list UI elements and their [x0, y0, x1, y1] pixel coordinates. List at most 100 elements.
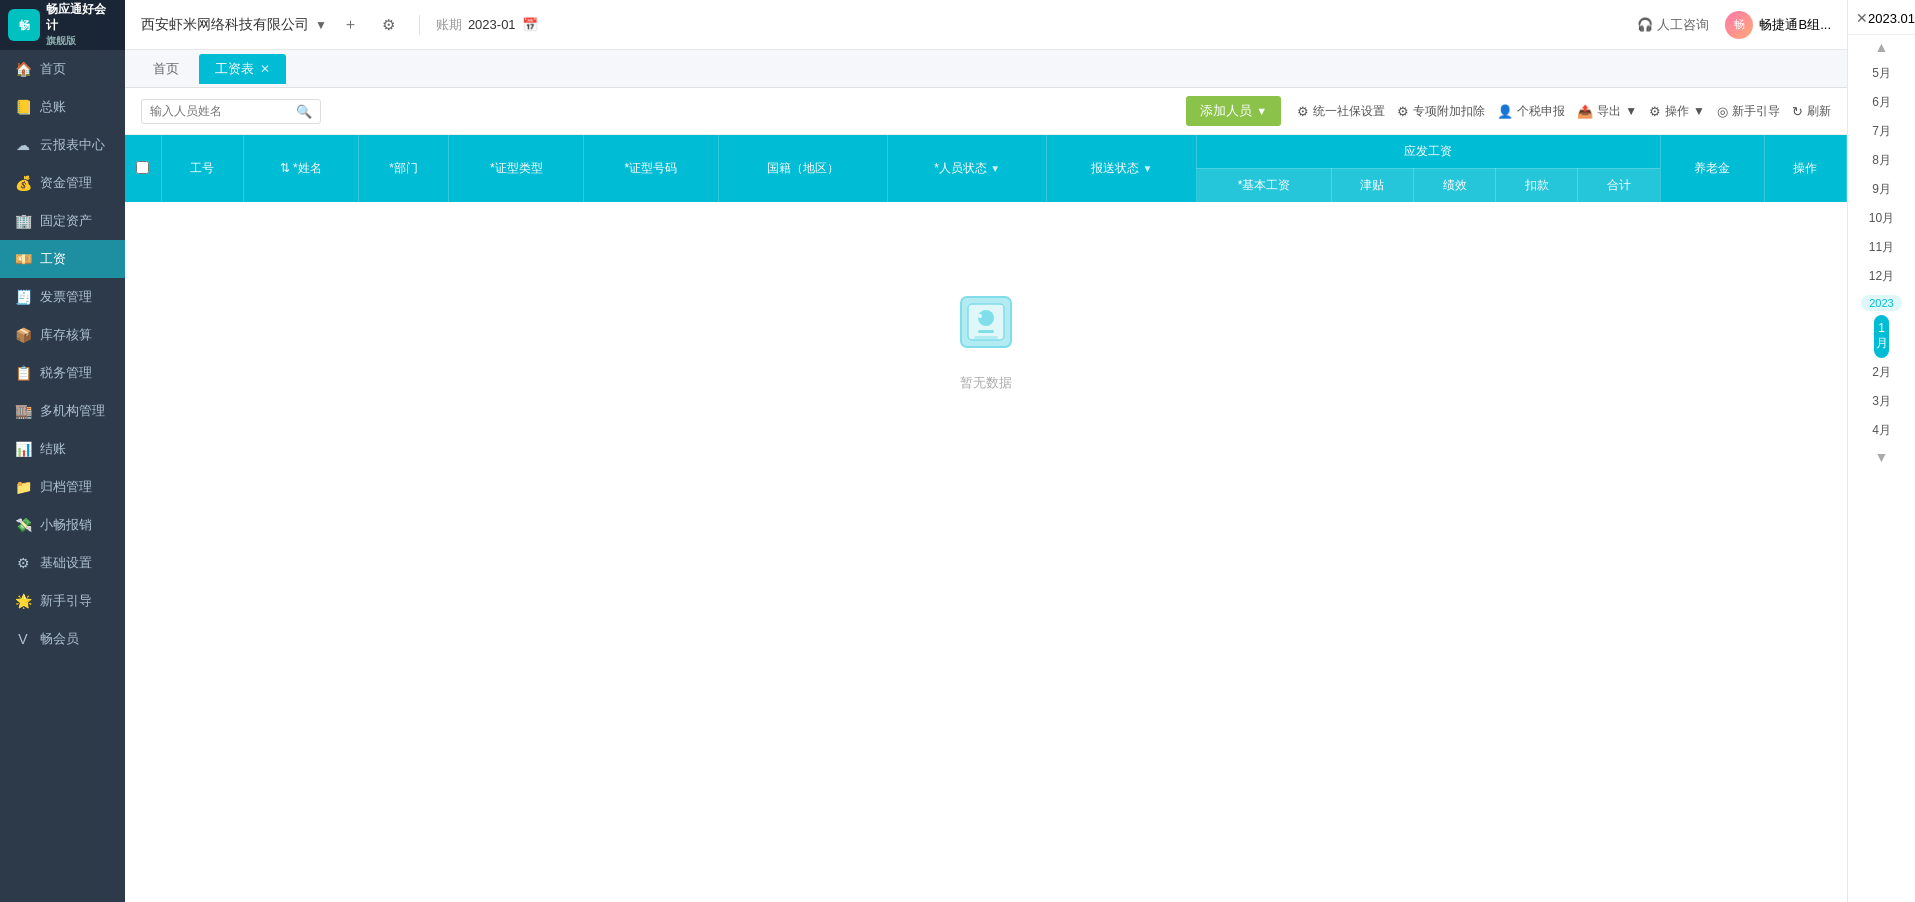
tab-close-btn[interactable]: ✕ — [260, 62, 270, 76]
sidebar-item-guide[interactable]: 🌟 新手引导 — [0, 582, 125, 620]
company-selector[interactable]: 西安虾米网络科技有限公司 ▼ — [141, 16, 327, 34]
salary-table: 工号 ⇅ *姓名 *部门 *证型类型 *证型号码 国籍（地区） *人员状态 ▼ … — [125, 135, 1847, 202]
sidebar-item-invoice[interactable]: 🧾 发票管理 — [0, 278, 125, 316]
close-label: 结账 — [40, 440, 66, 458]
year-badge[interactable]: 2023 — [1861, 295, 1901, 311]
sidebar-item-multi-org[interactable]: 🏬 多机构管理 — [0, 392, 125, 430]
period-display: 账期 2023-01 📅 — [436, 16, 538, 34]
expense-label: 小畅报销 — [40, 516, 92, 534]
search-box[interactable]: 🔍 — [141, 99, 321, 124]
prev-months: 5月6月7月8月9月10月11月12月 — [1869, 59, 1894, 291]
sort-icon-name: ⇅ — [280, 161, 290, 175]
salary-table-container[interactable]: 工号 ⇅ *姓名 *部门 *证型类型 *证型号码 国籍（地区） *人员状态 ▼ … — [125, 135, 1847, 902]
inventory-label: 库存核算 — [40, 326, 92, 344]
filter-icon-status[interactable]: ▼ — [990, 163, 1000, 174]
sidebar-item-expense[interactable]: 💸 小畅报销 — [0, 506, 125, 544]
th-name: ⇅ *姓名 — [243, 135, 358, 202]
month-item-prev-11月[interactable]: 11月 — [1869, 233, 1894, 262]
settings-btn[interactable]: ⚙ — [375, 11, 403, 39]
archive-icon: 📁 — [14, 479, 32, 495]
month-item-4月[interactable]: 4月 — [1872, 416, 1891, 445]
empty-state: 暂无数据 — [125, 202, 1847, 472]
table-header-row1: 工号 ⇅ *姓名 *部门 *证型类型 *证型号码 国籍（地区） *人员状态 ▼ … — [125, 135, 1847, 169]
invoice-label: 发票管理 — [40, 288, 92, 306]
fund-icon: 💰 — [14, 175, 32, 191]
month-item-prev-12月[interactable]: 12月 — [1869, 262, 1894, 291]
sidebar-item-home[interactable]: 🏠 首页 — [0, 50, 125, 88]
fixed-asset-icon: 🏢 — [14, 213, 32, 229]
sidebar-item-tax[interactable]: 📋 税务管理 — [0, 354, 125, 392]
company-dropdown-arrow[interactable]: ▼ — [315, 18, 327, 32]
th-checkbox[interactable] — [125, 135, 161, 202]
th-employee-id: 工号 — [161, 135, 243, 202]
social-security-icon: ⚙ — [1297, 104, 1309, 119]
sidebar-item-member[interactable]: V 畅会员 — [0, 620, 125, 658]
salary-icon: 💴 — [14, 251, 32, 267]
th-action-col: 操作 — [1764, 135, 1846, 202]
calendar-scroll-down[interactable]: ▼ — [1875, 445, 1889, 469]
guide-label: 新手引导 — [40, 592, 92, 610]
add-company-btn[interactable]: ＋ — [337, 11, 365, 39]
special-deduction-icon: ⚙ — [1397, 104, 1409, 119]
month-item-prev-6月[interactable]: 6月 — [1869, 88, 1894, 117]
expense-icon: 💸 — [14, 517, 32, 533]
sidebar-item-cloud-report[interactable]: ☁ 云报表中心 — [0, 126, 125, 164]
sidebar-item-close[interactable]: 📊 结账 — [0, 430, 125, 468]
app-logo: 畅 畅应通好会计 旗舰版 — [0, 0, 125, 50]
user-menu[interactable]: 畅 畅捷通B组... — [1725, 11, 1831, 39]
calendar-icon[interactable]: 📅 — [522, 17, 538, 32]
operate-btn[interactable]: ⚙ 操作 ▼ — [1649, 103, 1705, 120]
user-avatar: 畅 — [1725, 11, 1753, 39]
service-btn[interactable]: 🎧 人工咨询 — [1637, 16, 1709, 34]
right-calendar-panel: ✕ 2023.01 ⛶ ▲ 5月6月7月8月9月10月11月12月 2023 1… — [1847, 0, 1915, 902]
sidebar-item-archive[interactable]: 📁 归档管理 — [0, 468, 125, 506]
month-item-2月[interactable]: 2月 — [1872, 358, 1891, 387]
export-btn[interactable]: 📤 导出 ▼ — [1577, 103, 1637, 120]
tab-home[interactable]: 首页 — [137, 54, 195, 84]
search-input[interactable] — [150, 104, 290, 118]
panel-close-btn[interactable]: ✕ — [1856, 10, 1868, 26]
th-country: 国籍（地区） — [718, 135, 888, 202]
svg-point-5 — [978, 314, 982, 318]
month-item-3月[interactable]: 3月 — [1872, 387, 1891, 416]
filter-icon-report[interactable]: ▼ — [1142, 163, 1152, 174]
tab-salary-table[interactable]: 工资表 ✕ — [199, 54, 286, 84]
settings-label: 基础设置 — [40, 554, 92, 572]
month-item-1月[interactable]: 1月 — [1874, 315, 1889, 358]
user-name: 畅捷通B组... — [1759, 16, 1831, 34]
new-guide-btn[interactable]: ◎ 新手引导 — [1717, 103, 1780, 120]
logo-icon: 畅 — [8, 9, 40, 41]
settings-icon: ⚙ — [14, 555, 32, 571]
month-item-prev-9月[interactable]: 9月 — [1869, 175, 1894, 204]
member-label: 畅会员 — [40, 630, 79, 648]
social-security-btn[interactable]: ⚙ 统一社保设置 — [1297, 103, 1385, 120]
period-value[interactable]: 2023-01 — [468, 17, 516, 32]
sidebar-item-ledger[interactable]: 📒 总账 — [0, 88, 125, 126]
ledger-icon: 📒 — [14, 99, 32, 115]
sidebar-item-settings[interactable]: ⚙ 基础设置 — [0, 544, 125, 582]
refresh-icon: ↻ — [1792, 104, 1803, 119]
sidebar-item-fixed-asset[interactable]: 🏢 固定资产 — [0, 202, 125, 240]
month-item-prev-7月[interactable]: 7月 — [1869, 117, 1894, 146]
special-deduction-btn[interactable]: ⚙ 专项附加扣除 — [1397, 103, 1485, 120]
month-item-prev-5月[interactable]: 5月 — [1869, 59, 1894, 88]
month-item-prev-10月[interactable]: 10月 — [1869, 204, 1894, 233]
refresh-btn[interactable]: ↻ 刷新 — [1792, 103, 1831, 120]
sidebar-item-fund[interactable]: 💰 资金管理 — [0, 164, 125, 202]
multi-org-icon: 🏬 — [14, 403, 32, 419]
ledger-label: 总账 — [40, 98, 66, 116]
calendar-scroll-up[interactable]: ▲ — [1875, 35, 1889, 59]
sidebar-item-inventory[interactable]: 📦 库存核算 — [0, 316, 125, 354]
period-label: 账期 — [436, 16, 462, 34]
svg-rect-3 — [978, 330, 994, 333]
operate-icon: ⚙ — [1649, 104, 1661, 119]
th-id-no: *证型号码 — [584, 135, 719, 202]
salary-label: 工资 — [40, 250, 66, 268]
personal-tax-btn[interactable]: 👤 个税申报 — [1497, 103, 1565, 120]
th-id-type: *证型类型 — [449, 135, 584, 202]
add-person-btn[interactable]: 添加人员 ▼ — [1186, 96, 1281, 126]
close-icon: 📊 — [14, 441, 32, 457]
sidebar-item-salary[interactable]: 💴 工资 — [0, 240, 125, 278]
month-item-prev-8月[interactable]: 8月 — [1869, 146, 1894, 175]
select-all-checkbox[interactable] — [136, 161, 149, 174]
